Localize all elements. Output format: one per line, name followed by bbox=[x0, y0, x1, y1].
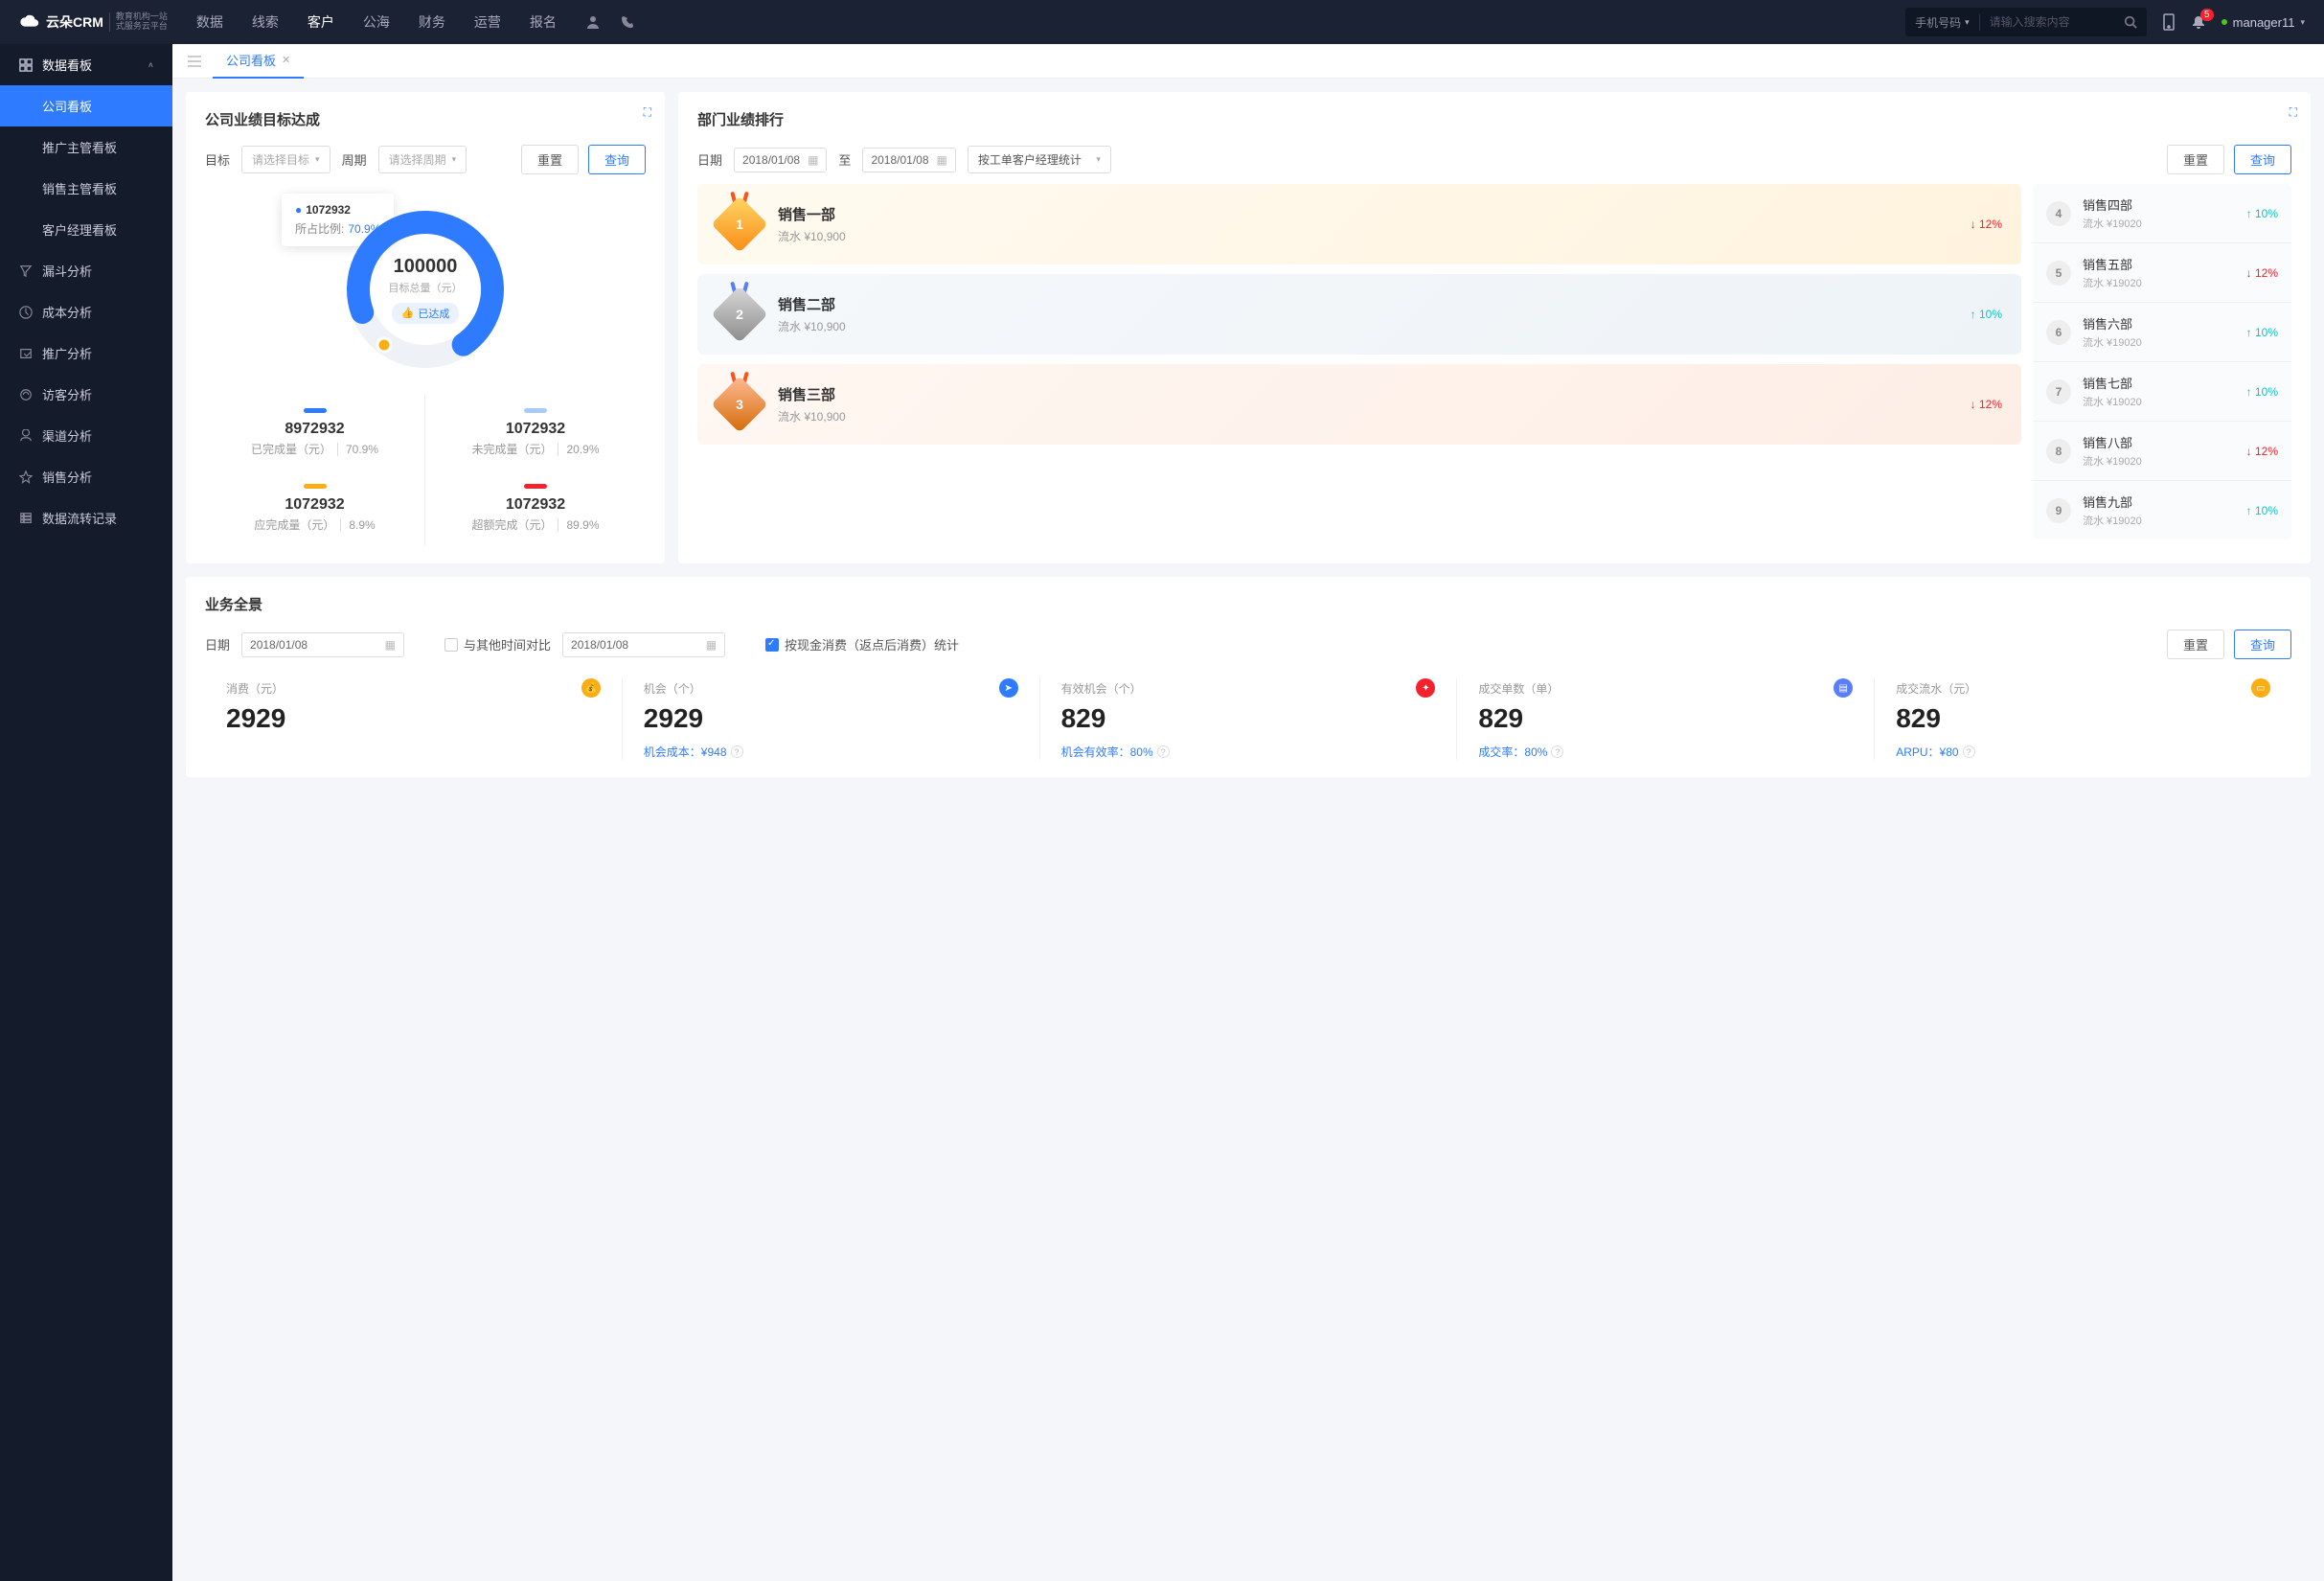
medal-icon: 1 bbox=[717, 201, 763, 247]
nav-item[interactable]: 线索 bbox=[252, 12, 279, 32]
top-nav: 云朵CRM 教育机构一站式服务云平台 数据 线索 客户 公海 财务 运营 报名 手机号码▾ bbox=[0, 0, 2324, 44]
query-button[interactable]: 查询 bbox=[2234, 630, 2291, 659]
rank-card: ⛶ 部门业绩排行 日期 2018/01/08▦ 至 2018/01/08▦ 按工… bbox=[678, 92, 2311, 563]
sidebar-item[interactable]: 客户经理看板 bbox=[0, 209, 172, 250]
nav-item[interactable]: 报名 bbox=[530, 12, 557, 32]
sidebar-item[interactable]: 成本分析 bbox=[0, 291, 172, 332]
overview-cell: 机会（个）➤2929机会成本：¥948 ? bbox=[623, 678, 1040, 760]
chevron-up-icon: ˄ bbox=[148, 60, 153, 70]
rank-row: 5销售五部流水 ¥19020↓ 12% bbox=[2033, 243, 2291, 303]
rank-row: 8销售八部流水 ¥19020↓ 12% bbox=[2033, 422, 2291, 481]
sidebar-item[interactable]: 推广分析 bbox=[0, 332, 172, 374]
tabs-bar: 公司看板 ✕ bbox=[172, 44, 2324, 79]
overview-cell: 成交流水（元）▭829ARPU：¥80 ? bbox=[1875, 678, 2291, 760]
rank-row: 9销售九部流水 ¥19020↑ 10% bbox=[2033, 481, 2291, 539]
compare-date-input[interactable]: 2018/01/08▦ bbox=[562, 632, 725, 657]
rank-row: 6销售六部流水 ¥19020↑ 10% bbox=[2033, 303, 2291, 362]
rank-row: 7销售七部流水 ¥19020↑ 10% bbox=[2033, 362, 2291, 422]
overview-card: 业务全景 日期 2018/01/08▦ 与其他时间对比 2018/01/08▦ … bbox=[186, 577, 2311, 777]
menu-toggle-icon[interactable] bbox=[182, 56, 207, 67]
cash-checkbox[interactable]: 按现金消费（返点后消费）统计 bbox=[765, 635, 959, 653]
sidebar-item[interactable]: 漏斗分析 bbox=[0, 250, 172, 291]
calendar-icon: ▦ bbox=[937, 153, 947, 167]
search-box: 手机号码▾ bbox=[1905, 8, 2147, 36]
overview-cell: 消费（元）💰2929 bbox=[205, 678, 623, 760]
sidebar-item[interactable]: 销售分析 bbox=[0, 456, 172, 497]
logo: 云朵CRM 教育机构一站式服务云平台 bbox=[19, 12, 168, 32]
tab-company-board[interactable]: 公司看板 ✕ bbox=[213, 44, 304, 79]
medal-icon: 2 bbox=[717, 291, 763, 337]
help-icon[interactable]: ? bbox=[1157, 745, 1170, 758]
notification-icon[interactable]: 5 bbox=[2191, 14, 2206, 30]
rank-top-item: 1销售一部流水 ¥10,900↓ 12% bbox=[697, 184, 2021, 264]
help-icon[interactable]: ? bbox=[731, 745, 743, 758]
sidebar-item[interactable]: 渠道分析 bbox=[0, 415, 172, 456]
target-card: ⛶ 公司业绩目标达成 目标 请选择目标▾ 周期 请选择周期▾ 重置 查询 bbox=[186, 92, 665, 563]
help-icon[interactable]: ? bbox=[1963, 745, 1975, 758]
search-type-select[interactable]: 手机号码▾ bbox=[1905, 14, 1980, 31]
stat-cell: 1072932未完成量（元）20.9% bbox=[425, 395, 646, 470]
metric-icon: ▭ bbox=[2251, 678, 2270, 698]
overview-cell: 有效机会（个）✦829机会有效率：80% ? bbox=[1040, 678, 1458, 760]
rank-top-item: 3销售三部流水 ¥10,900↓ 12% bbox=[697, 364, 2021, 445]
overview-cell: 成交单数（单）▤829成交率：80% ? bbox=[1457, 678, 1875, 760]
stat-by-select[interactable]: 按工单客户经理统计▾ bbox=[968, 146, 1111, 173]
card-title: 公司业绩目标达成 bbox=[205, 109, 646, 129]
date-input[interactable]: 2018/01/08▦ bbox=[241, 632, 404, 657]
nav-item[interactable]: 数据 bbox=[196, 12, 223, 32]
compare-checkbox[interactable]: 与其他时间对比 bbox=[444, 635, 551, 653]
sidebar-item[interactable]: 销售主管看板 bbox=[0, 168, 172, 209]
calendar-icon: ▦ bbox=[706, 638, 717, 652]
phone-icon[interactable] bbox=[620, 14, 635, 30]
status-dot-icon bbox=[2221, 19, 2227, 25]
calendar-icon: ▦ bbox=[385, 638, 396, 652]
nav-item[interactable]: 财务 bbox=[419, 12, 445, 32]
reset-button[interactable]: 重置 bbox=[521, 145, 579, 174]
sidebar-item[interactable]: 推广主管看板 bbox=[0, 126, 172, 168]
stat-cell: 1072932超额完成（元）89.9% bbox=[425, 470, 646, 546]
nav-item[interactable]: 运营 bbox=[474, 12, 501, 32]
sidebar-item[interactable]: 公司看板 bbox=[0, 85, 172, 126]
contacts-icon[interactable] bbox=[585, 14, 601, 30]
reset-button[interactable]: 重置 bbox=[2167, 145, 2224, 174]
expand-icon[interactable]: ⛶ bbox=[2290, 105, 2297, 120]
sidebar: 数据看板 ˄ 公司看板推广主管看板销售主管看板客户经理看板 漏斗分析成本分析推广… bbox=[0, 44, 172, 1581]
close-icon[interactable]: ✕ bbox=[282, 54, 290, 66]
rank-top-item: 2销售二部流水 ¥10,900↑ 10% bbox=[697, 274, 2021, 355]
medal-icon: 3 bbox=[717, 381, 763, 427]
user-menu[interactable]: manager11 ▾ bbox=[2221, 15, 2305, 30]
stat-cell: 1072932应完成量（元）8.9% bbox=[205, 470, 425, 546]
reset-button[interactable]: 重置 bbox=[2167, 630, 2224, 659]
metric-icon: 💰 bbox=[581, 678, 601, 698]
period-select[interactable]: 请选择周期▾ bbox=[378, 146, 467, 173]
metric-icon: ▤ bbox=[1834, 678, 1853, 698]
nav-item[interactable]: 客户 bbox=[308, 12, 334, 32]
search-input[interactable] bbox=[1980, 15, 2114, 29]
expand-icon[interactable]: ⛶ bbox=[644, 105, 651, 120]
rank-row: 4销售四部流水 ¥19020↑ 10% bbox=[2033, 184, 2291, 243]
nav-item[interactable]: 公海 bbox=[363, 12, 390, 32]
search-icon[interactable] bbox=[2114, 15, 2147, 29]
sidebar-group-header[interactable]: 数据看板 ˄ bbox=[0, 44, 172, 85]
achieved-badge: 👍已达成 bbox=[392, 303, 460, 324]
device-icon[interactable] bbox=[2162, 13, 2176, 31]
query-button[interactable]: 查询 bbox=[2234, 145, 2291, 174]
sidebar-item[interactable]: 数据流转记录 bbox=[0, 497, 172, 538]
sidebar-item[interactable]: 访客分析 bbox=[0, 374, 172, 415]
date-to-input[interactable]: 2018/01/08▦ bbox=[862, 148, 955, 172]
date-from-input[interactable]: 2018/01/08▦ bbox=[734, 148, 827, 172]
donut-chart: 100000 目标总量（元） 👍已达成 bbox=[339, 203, 512, 376]
stat-cell: 8972932已完成量（元）70.9% bbox=[205, 395, 425, 470]
help-icon[interactable]: ? bbox=[1551, 745, 1563, 758]
metric-icon: ✦ bbox=[1416, 678, 1435, 698]
card-title: 部门业绩排行 bbox=[697, 109, 2291, 129]
metric-icon: ➤ bbox=[999, 678, 1018, 698]
target-select[interactable]: 请选择目标▾ bbox=[241, 146, 330, 173]
thumbs-up-icon: 👍 bbox=[401, 307, 415, 319]
query-button[interactable]: 查询 bbox=[588, 145, 646, 174]
calendar-icon: ▦ bbox=[808, 153, 818, 167]
